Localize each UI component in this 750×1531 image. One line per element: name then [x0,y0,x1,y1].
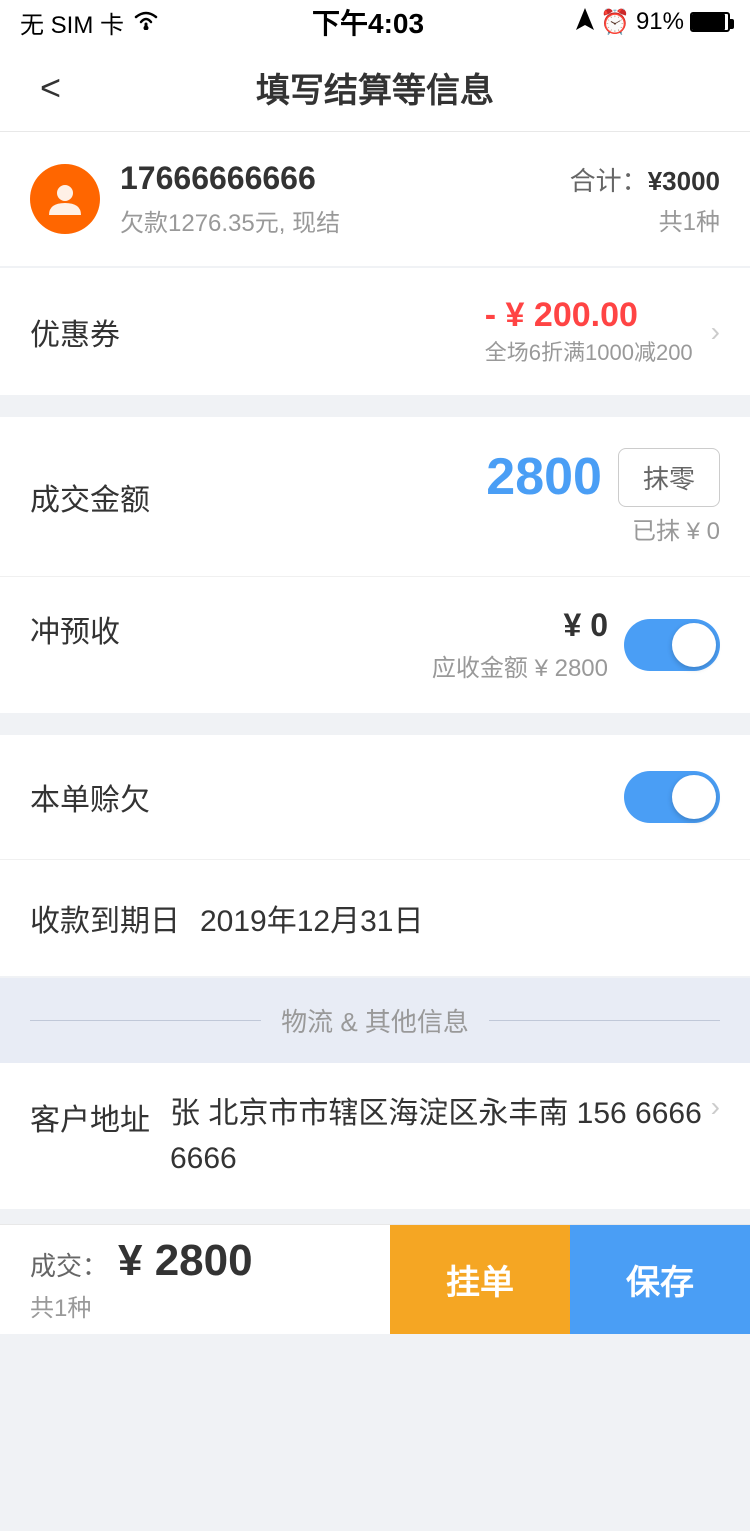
location-icon [576,8,594,37]
back-button[interactable]: < [30,57,71,119]
address-row[interactable]: 客户地址 张 北京市市辖区海淀区永丰南 156 6666 6666 › [0,1063,750,1209]
bottom-bar: 成交： ¥ 2800 共1种 挂单 保存 [0,1224,750,1334]
deal-amount-sub: 已抹 ¥ 0 [486,511,720,546]
section-divider-1 [0,397,750,417]
address-label: 客户地址 [30,1091,150,1139]
coupon-label: 优惠券 [30,310,120,354]
sheqian-label: 本单赊欠 [30,775,150,819]
coupon-row[interactable]: 优惠券 - ¥ 200.00 全场6折满1000减200 › [0,268,750,395]
address-value: 张 北京市市辖区海淀区永丰南 156 6666 6666 [170,1091,703,1181]
toggle-knob [672,623,716,667]
total-label: 合计：¥3000 [570,161,720,198]
chong-toggle[interactable] [624,619,720,671]
deal-amount-label: 成交金额 [30,475,150,519]
battery-icon [690,12,730,32]
sheqian-toggle[interactable] [624,771,720,823]
chong-sub: 应收金额 ¥ 2800 [432,648,608,683]
page-title: 填写结算等信息 [256,63,494,112]
deal-amount-row: 成交金额 2800 抹零 已抹 ¥ 0 [0,417,750,577]
bottom-deal-label: 成交： [30,1246,108,1283]
deal-amount-right: 2800 抹零 已抹 ¥ 0 [486,447,720,546]
deal-amount-value: 2800 [486,447,602,507]
duedate-label: 收款到期日 [30,896,180,940]
deal-amount-section: 成交金额 2800 抹零 已抹 ¥ 0 冲预收 ¥ 0 应收金额 ¥ 2800 [0,417,750,713]
round-button[interactable]: 抹零 [618,448,720,507]
avatar [30,164,100,234]
chong-values: ¥ 0 应收金额 ¥ 2800 [432,607,608,683]
coupon-description: 全场6折满1000减200 [485,335,693,367]
customer-debt: 欠款1276.35元, 现结 [120,203,340,238]
alarm-icon: ⏰ [600,8,630,37]
customer-info: 17666666666 欠款1276.35元, 现结 [120,160,340,238]
address-chevron-icon: › [711,1091,720,1123]
logistics-header: 物流 & 其他信息 [0,978,750,1063]
status-carrier: 无 SIM 卡 [20,5,160,40]
customer-totals: 合计：¥3000 共1种 [570,161,720,237]
coupon-discount: - ¥ 200.00 [485,296,693,335]
chong-yushou-right: ¥ 0 应收金额 ¥ 2800 [432,607,720,683]
sheqian-section: 本单赊欠 收款到期日 2019年12月31日 [0,735,750,976]
chong-yushou-label: 冲预收 [30,607,120,651]
customer-phone: 17666666666 [120,160,340,197]
save-button[interactable]: 保存 [570,1225,750,1334]
bottom-summary: 成交： ¥ 2800 共1种 [0,1225,390,1334]
logistics-line-left [30,1020,261,1021]
bottom-deal-amount: ¥ 2800 [118,1236,253,1286]
status-right: ⏰ 91% [576,8,730,37]
hang-button[interactable]: 挂单 [390,1225,570,1334]
duedate-row: 收款到期日 2019年12月31日 [0,859,750,976]
coupon-right: - ¥ 200.00 全场6折满1000减200 › [485,296,720,367]
bottom-summary-top: 成交： ¥ 2800 [30,1236,360,1286]
logistics-line-right [489,1020,720,1021]
chong-amount: ¥ 0 [432,607,608,644]
deal-amount-value-area: 2800 抹零 [486,447,720,507]
nav-bar: < 填写结算等信息 [0,44,750,132]
total-count: 共1种 [570,202,720,237]
logistics-text: 物流 & 其他信息 [281,1002,469,1039]
sheqian-toggle-knob [672,775,716,819]
carrier-text: 无 SIM 卡 [20,5,124,40]
customer-card: 17666666666 欠款1276.35元, 现结 合计：¥3000 共1种 [0,132,750,266]
sheqian-row: 本单赊欠 [0,735,750,859]
status-time: 下午4:03 [312,2,424,42]
section-divider-2 [0,715,750,735]
chevron-right-icon: › [711,316,720,348]
battery-text: 91% [636,8,684,36]
wifi-icon [132,8,160,37]
coupon-value-area: - ¥ 200.00 全场6折满1000减200 [485,296,693,367]
chong-yushou-row: 冲预收 ¥ 0 应收金额 ¥ 2800 [0,577,750,713]
customer-left: 17666666666 欠款1276.35元, 现结 [30,160,340,238]
bottom-deal-count: 共1种 [30,1288,360,1323]
status-bar: 无 SIM 卡 下午4:03 ⏰ 91% [0,0,750,44]
duedate-value: 2019年12月31日 [200,896,423,940]
